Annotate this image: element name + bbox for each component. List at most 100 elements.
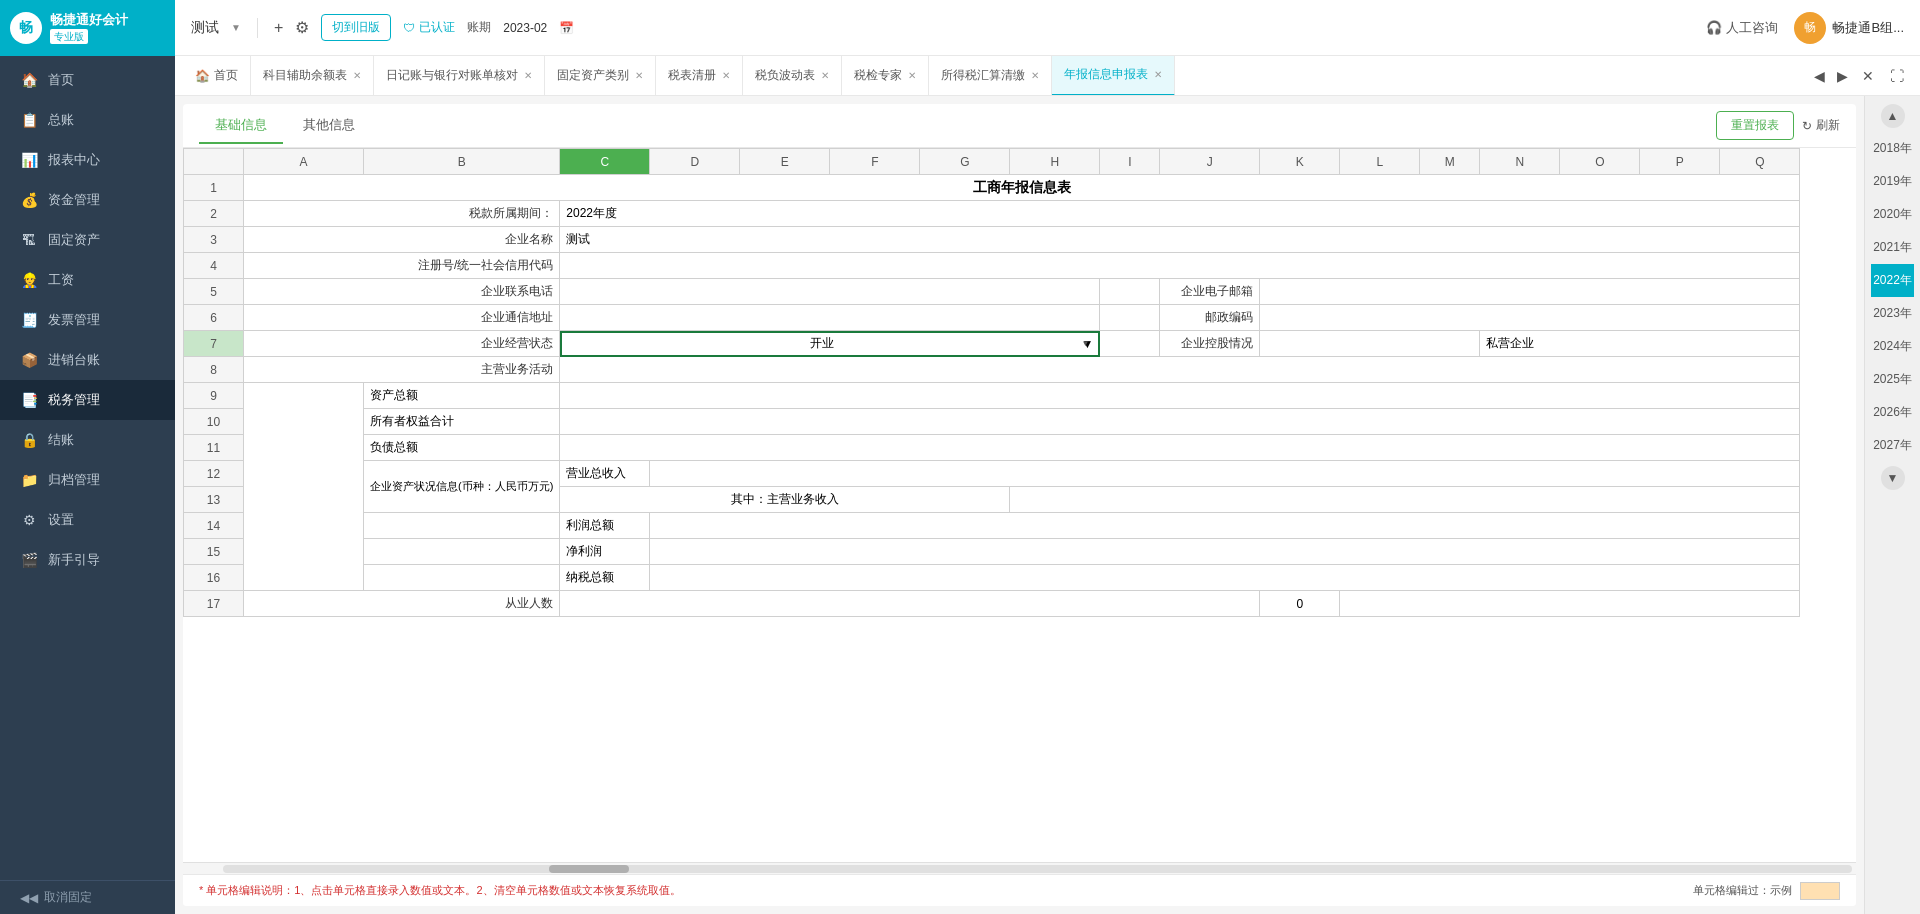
- col-header-Q[interactable]: Q: [1720, 149, 1800, 175]
- sidebar-item-归档管理[interactable]: 📁 归档管理: [0, 460, 175, 500]
- period-value-cell[interactable]: 2022年度: [560, 201, 1800, 227]
- col-header-J[interactable]: J: [1160, 149, 1260, 175]
- year-item-2022年[interactable]: 2022年: [1871, 264, 1914, 297]
- customer-service-btn[interactable]: 🎧 人工咨询: [1706, 19, 1778, 37]
- holding-type-value[interactable]: 私营企业: [1480, 331, 1800, 357]
- sidebar-item-进销台账[interactable]: 📦 进销台账: [0, 340, 175, 380]
- sidebar-item-工资[interactable]: 👷 工资: [0, 260, 175, 300]
- sidebar-item-设置[interactable]: ⚙ 设置: [0, 500, 175, 540]
- close-all-tabs-btn[interactable]: ✕: [1854, 56, 1882, 96]
- col-header-I[interactable]: I: [1100, 149, 1160, 175]
- col-header-G[interactable]: G: [920, 149, 1010, 175]
- year-item-2027年[interactable]: 2027年: [1871, 429, 1914, 462]
- employee-count[interactable]: 0: [1260, 591, 1340, 617]
- year-scroll-down-btn[interactable]: ▼: [1881, 466, 1905, 490]
- col-header-B[interactable]: B: [364, 149, 560, 175]
- period-value[interactable]: 2023-02: [503, 21, 547, 35]
- col-header-D[interactable]: D: [650, 149, 740, 175]
- tab-科目辅助余额表[interactable]: 科目辅助余额表✕: [251, 56, 374, 95]
- postcode-value[interactable]: [1260, 305, 1800, 331]
- tab-prev-btn[interactable]: ◀: [1808, 56, 1831, 96]
- add-tab-icon[interactable]: +: [274, 19, 283, 37]
- sheet-container[interactable]: A B C D E F G H I J K L: [183, 148, 1856, 862]
- tab-所得税汇算清缴[interactable]: 所得税汇算清缴✕: [929, 56, 1052, 95]
- col-header-K[interactable]: K: [1260, 149, 1340, 175]
- col-header-A[interactable]: A: [244, 149, 364, 175]
- user-menu-btn[interactable]: 畅 畅捷通B组...: [1794, 12, 1904, 44]
- tab-close-btn[interactable]: ✕: [1031, 70, 1039, 81]
- liability-value[interactable]: [560, 435, 1800, 461]
- refresh-btn[interactable]: ↻ 刷新: [1802, 111, 1840, 140]
- biz-status-dropdown-cell[interactable]: 开业 ▼: [560, 331, 1100, 357]
- total-revenue-value[interactable]: [650, 461, 1800, 487]
- year-scroll-up-btn[interactable]: ▲: [1881, 104, 1905, 128]
- email-value[interactable]: [1260, 279, 1800, 305]
- chevron-down-icon[interactable]: ▼: [231, 22, 241, 33]
- subtab-基础信息[interactable]: 基础信息: [199, 108, 283, 144]
- employee-value-empty[interactable]: [560, 591, 1260, 617]
- sidebar-item-首页[interactable]: 🏠 首页: [0, 60, 175, 100]
- col-header-L[interactable]: L: [1340, 149, 1420, 175]
- year-item-2025年[interactable]: 2025年: [1871, 363, 1914, 396]
- sidebar-item-固定资产[interactable]: 🏗 固定资产: [0, 220, 175, 260]
- sidebar-item-税务管理[interactable]: 📑 税务管理: [0, 380, 175, 420]
- main-biz-value[interactable]: [560, 357, 1800, 383]
- col-header-E[interactable]: E: [740, 149, 830, 175]
- tab-首页[interactable]: 🏠首页: [183, 56, 251, 95]
- tab-close-btn[interactable]: ✕: [821, 70, 829, 81]
- tab-税表清册[interactable]: 税表清册✕: [656, 56, 743, 95]
- tab-close-btn[interactable]: ✕: [635, 70, 643, 81]
- tab-固定资产类别[interactable]: 固定资产类别✕: [545, 56, 656, 95]
- expand-btn[interactable]: ⛶: [1882, 56, 1912, 96]
- col-header-O[interactable]: O: [1560, 149, 1640, 175]
- reg-code-value[interactable]: [560, 253, 1800, 279]
- holding-value[interactable]: [1260, 331, 1480, 357]
- profit-total-value[interactable]: [650, 513, 1800, 539]
- scroll-track[interactable]: [223, 865, 1852, 873]
- col-header-N[interactable]: N: [1480, 149, 1560, 175]
- sheet-title[interactable]: 工商年报信息表: [244, 175, 1800, 201]
- tab-年报信息申报表[interactable]: 年报信息申报表✕: [1052, 56, 1175, 95]
- total-assets-value[interactable]: [560, 383, 1800, 409]
- tab-next-btn[interactable]: ▶: [1831, 56, 1854, 96]
- equity-value[interactable]: [560, 409, 1800, 435]
- year-item-2020年[interactable]: 2020年: [1871, 198, 1914, 231]
- sidebar-item-总账[interactable]: 📋 总账: [0, 100, 175, 140]
- tax-total-value[interactable]: [650, 565, 1800, 591]
- sidebar-item-发票管理[interactable]: 🧾 发票管理: [0, 300, 175, 340]
- year-item-2019年[interactable]: 2019年: [1871, 165, 1914, 198]
- year-item-2026年[interactable]: 2026年: [1871, 396, 1914, 429]
- tab-close-btn[interactable]: ✕: [1154, 69, 1162, 80]
- calendar-icon[interactable]: 📅: [559, 21, 574, 35]
- tab-税负波动表[interactable]: 税负波动表✕: [743, 56, 842, 95]
- scroll-thumb[interactable]: [549, 865, 629, 873]
- subtab-其他信息[interactable]: 其他信息: [287, 108, 371, 144]
- col-header-F[interactable]: F: [830, 149, 920, 175]
- company-name-value[interactable]: 测试: [560, 227, 1800, 253]
- reset-report-btn[interactable]: 重置报表: [1716, 111, 1794, 140]
- sidebar-item-结账[interactable]: 🔒 结账: [0, 420, 175, 460]
- col-header-C[interactable]: C: [560, 149, 650, 175]
- sidebar-collapse-btn[interactable]: ◀◀ 取消固定: [0, 880, 175, 914]
- year-item-2023年[interactable]: 2023年: [1871, 297, 1914, 330]
- tab-close-btn[interactable]: ✕: [722, 70, 730, 81]
- settings-icon[interactable]: ⚙: [295, 18, 309, 37]
- col-header-H[interactable]: H: [1010, 149, 1100, 175]
- sidebar-item-报表中心[interactable]: 📊 报表中心: [0, 140, 175, 180]
- phone-value[interactable]: [560, 279, 1100, 305]
- sidebar-item-新手引导[interactable]: 🎬 新手引导: [0, 540, 175, 580]
- tab-close-btn[interactable]: ✕: [353, 70, 361, 81]
- main-revenue-value[interactable]: [1010, 487, 1800, 513]
- tab-close-btn[interactable]: ✕: [524, 70, 532, 81]
- tab-税检专家[interactable]: 税检专家✕: [842, 56, 929, 95]
- net-profit-value[interactable]: [650, 539, 1800, 565]
- tab-close-btn[interactable]: ✕: [908, 70, 916, 81]
- switch-old-btn[interactable]: 切到旧版: [321, 14, 391, 41]
- year-item-2024年[interactable]: 2024年: [1871, 330, 1914, 363]
- address-value[interactable]: [560, 305, 1100, 331]
- tab-日记账与银行对账单核对[interactable]: 日记账与银行对账单核对✕: [374, 56, 545, 95]
- col-header-P[interactable]: P: [1640, 149, 1720, 175]
- col-header-M[interactable]: M: [1420, 149, 1480, 175]
- horizontal-scrollbar[interactable]: [183, 862, 1856, 874]
- year-item-2018年[interactable]: 2018年: [1871, 132, 1914, 165]
